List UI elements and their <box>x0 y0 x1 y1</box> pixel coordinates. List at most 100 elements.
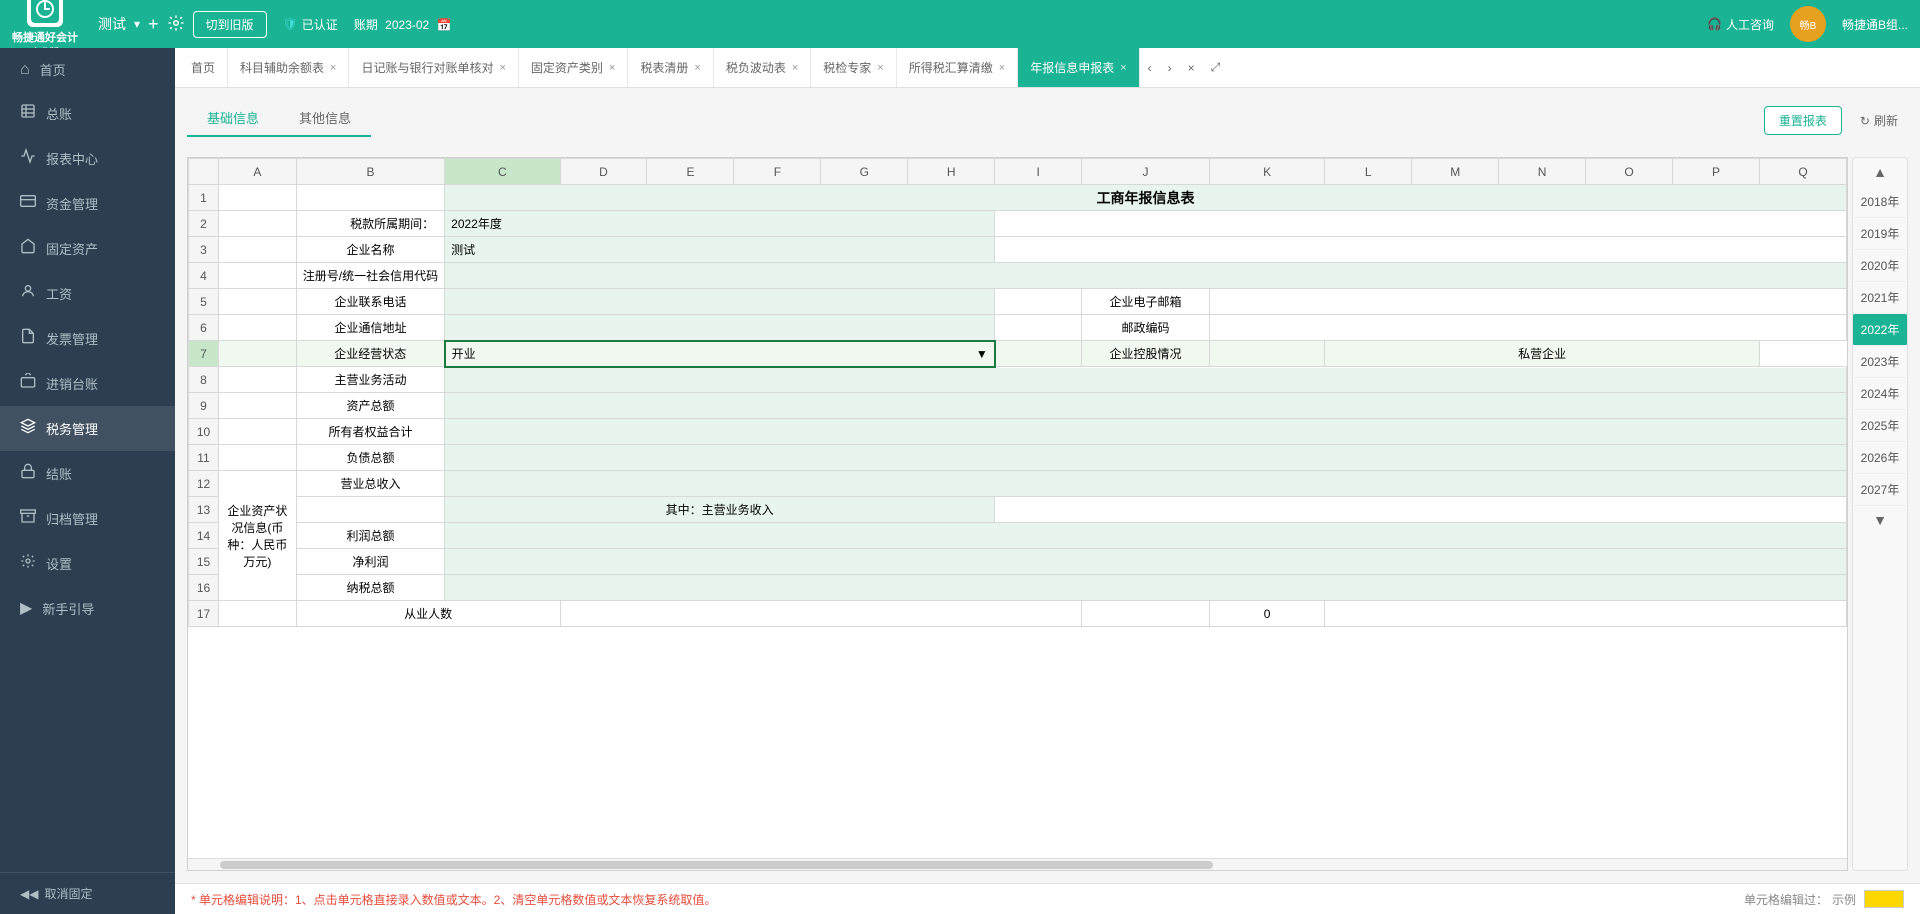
year-item-2023[interactable]: 2023年 <box>1853 346 1907 378</box>
col-header-D[interactable]: D <box>560 159 647 185</box>
col-header-O[interactable]: O <box>1586 159 1673 185</box>
horizontal-scrollbar[interactable] <box>188 858 1847 870</box>
cell-12B[interactable]: 营业总收入 <box>296 471 444 497</box>
cell-7I[interactable] <box>995 341 1082 367</box>
col-header-N[interactable]: N <box>1499 159 1586 185</box>
sidebar-item-archive[interactable]: 归档管理 <box>0 496 175 541</box>
cell-13rest[interactable] <box>995 497 1847 523</box>
col-header-I[interactable]: I <box>995 159 1082 185</box>
tab-tax-expert[interactable]: 税检专家 × <box>811 48 896 88</box>
cell-8rest[interactable] <box>445 367 1847 393</box>
cell-11B[interactable]: 负债总额 <box>296 445 444 471</box>
tab-next-button[interactable]: › <box>1160 57 1180 79</box>
col-header-A[interactable]: A <box>219 159 297 185</box>
cell-5C[interactable] <box>445 289 995 315</box>
cell-7B[interactable]: 企业经营状态 <box>296 341 444 367</box>
col-header-H[interactable]: H <box>908 159 995 185</box>
sheet-scroll-area[interactable]: A B C D E F G H I J <box>188 158 1847 858</box>
tab-close-annual-report[interactable]: × <box>1120 62 1126 74</box>
sidebar-item-guide[interactable]: ▶ 新手引导 <box>0 586 175 630</box>
unpin-button[interactable]: ◀◀ 取消固定 <box>20 885 155 902</box>
tab-journal-bank[interactable]: 日记账与银行对账单核对 × <box>349 48 518 88</box>
cell-5I[interactable] <box>995 289 1082 315</box>
col-header-Q[interactable]: Q <box>1759 159 1846 185</box>
year-item-2024[interactable]: 2024年 <box>1853 378 1907 410</box>
cell-15rest[interactable] <box>445 549 1847 575</box>
cell-8A[interactable] <box>219 367 297 393</box>
cell-7K[interactable] <box>1209 341 1324 367</box>
cell-17B[interactable]: 从业人数 <box>296 601 560 627</box>
tab-tax-fluctuation[interactable]: 税负波动表 × <box>714 48 811 88</box>
tab-close-subject-balance[interactable]: × <box>330 62 336 74</box>
cell-17D[interactable] <box>560 601 1082 627</box>
col-header-J[interactable]: J <box>1082 159 1210 185</box>
gear-icon[interactable] <box>167 14 185 35</box>
cell-3rest[interactable] <box>995 237 1847 263</box>
tab-home[interactable]: 首页 <box>179 48 228 88</box>
col-header-E[interactable]: E <box>647 159 734 185</box>
cell-7-dropdown[interactable]: 开业 ▼ <box>445 341 995 367</box>
tab-tax-schedule[interactable]: 税表清册 × <box>628 48 713 88</box>
cell-2A[interactable] <box>219 211 297 237</box>
cell-1B[interactable] <box>296 185 444 211</box>
cell-10B[interactable]: 所有者权益合计 <box>296 419 444 445</box>
tab-annual-report[interactable]: 年报信息申报表 × <box>1018 48 1139 88</box>
sidebar-item-wages[interactable]: 工资 <box>0 271 175 316</box>
cell-9B[interactable]: 资产总额 <box>296 393 444 419</box>
cell-10rest[interactable] <box>445 419 1847 445</box>
cell-5rest[interactable] <box>1209 289 1846 315</box>
cell-5A[interactable] <box>219 289 297 315</box>
cell-3B[interactable]: 企业名称 <box>296 237 444 263</box>
add-tab-icon[interactable]: + <box>148 14 159 35</box>
tab-close-tax-fluctuation[interactable]: × <box>792 62 798 74</box>
col-header-G[interactable]: G <box>821 159 908 185</box>
year-item-2021[interactable]: 2021年 <box>1853 282 1907 314</box>
cell-6rest[interactable] <box>1209 315 1846 341</box>
ai-consult-button[interactable]: 🎧 人工咨询 <box>1707 16 1774 33</box>
tab-expand-button[interactable]: ⤢ <box>1203 56 1229 79</box>
cell-2C[interactable]: 2022年度 <box>445 211 995 237</box>
cell-13C[interactable]: 其中：主营业务收入 <box>445 497 995 523</box>
cell-1A[interactable] <box>219 185 297 211</box>
sub-tab-other[interactable]: 其他信息 <box>279 100 371 135</box>
cell-3A[interactable] <box>219 237 297 263</box>
cell-9A[interactable] <box>219 393 297 419</box>
cell-17rest[interactable] <box>1325 601 1847 627</box>
cell-16rest[interactable] <box>445 575 1847 601</box>
cell-11A[interactable] <box>219 445 297 471</box>
col-header-L[interactable]: L <box>1325 159 1412 185</box>
cell-4B[interactable]: 注册号/统一社会信用代码 <box>296 263 444 289</box>
tab-close-income-tax[interactable]: × <box>999 62 1005 74</box>
col-header-B[interactable]: B <box>296 159 444 185</box>
sidebar-item-reports[interactable]: 报表中心 <box>0 136 175 181</box>
cell-14rest[interactable] <box>445 523 1847 549</box>
cell-5J[interactable]: 企业电子邮箱 <box>1082 289 1210 315</box>
cell-12rest[interactable] <box>445 471 1847 497</box>
sidebar-item-invoice[interactable]: 发票管理 <box>0 316 175 361</box>
year-item-2025[interactable]: 2025年 <box>1853 410 1907 442</box>
cell-7J[interactable]: 企业控股情况 <box>1082 341 1210 367</box>
col-header-P[interactable]: P <box>1673 159 1760 185</box>
cell-1-title[interactable]: 工商年报信息表 <box>445 185 1847 211</box>
col-header-M[interactable]: M <box>1412 159 1499 185</box>
col-header-K[interactable]: K <box>1209 159 1324 185</box>
year-item-2027[interactable]: 2027年 <box>1853 474 1907 506</box>
cell-4A[interactable] <box>219 263 297 289</box>
sidebar-item-settings[interactable]: 设置 <box>0 541 175 586</box>
year-item-2026[interactable]: 2026年 <box>1853 442 1907 474</box>
cell-9rest[interactable] <box>445 393 1847 419</box>
cell-10A[interactable] <box>219 419 297 445</box>
sidebar-item-home[interactable]: ⌂ 首页 <box>0 48 175 91</box>
cell-6J[interactable]: 邮政编码 <box>1082 315 1210 341</box>
cell-17A[interactable] <box>219 601 297 627</box>
cell-6B[interactable]: 企业通信地址 <box>296 315 444 341</box>
year-scroll-down-button[interactable]: ▼ <box>1853 506 1907 534</box>
cell-17J[interactable] <box>1082 601 1210 627</box>
cell-13B[interactable] <box>296 497 444 523</box>
year-scroll-up-button[interactable]: ▲ <box>1853 158 1907 186</box>
cell-15B[interactable]: 净利润 <box>296 549 444 575</box>
tab-income-tax[interactable]: 所得税汇算清缴 × <box>897 48 1018 88</box>
cell-8B[interactable]: 主营业务活动 <box>296 367 444 393</box>
year-item-2018[interactable]: 2018年 <box>1853 186 1907 218</box>
calendar-icon[interactable]: 📅 <box>437 18 452 32</box>
